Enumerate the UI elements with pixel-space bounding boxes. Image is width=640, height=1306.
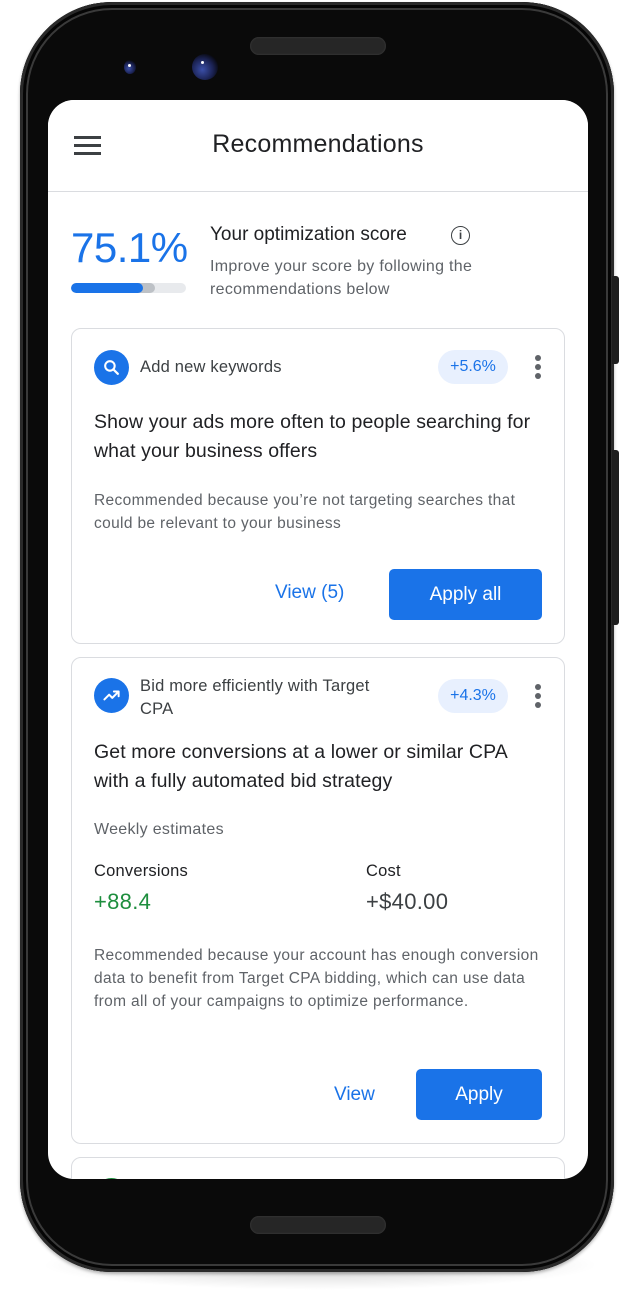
score-uplift-badge: +4.3% [438,679,508,713]
conversions-value: +88.4 [94,889,152,914]
page-title: Recommendations [212,130,424,158]
search-icon [94,350,129,385]
volume-button [612,450,619,625]
recommendation-reason: Recommended because you’re not targeting… [94,492,516,532]
info-icon[interactable]: i [451,226,470,245]
optimization-score-label: Your optimization score [210,224,407,245]
view-button[interactable]: View (5) [275,582,344,604]
earpiece-speaker [250,37,386,55]
optimization-score-value: 75.1% [71,224,188,271]
recommendation-card: Add new keywords +5.6% Show your ads mor… [71,328,565,644]
optimization-score-bar [71,283,186,293]
apply-button[interactable]: Apply [416,1069,542,1120]
recommendation-headline: Get more conversions at a lower or simil… [94,741,507,792]
optimization-score-description: Improve your score by following the reco… [210,258,473,298]
recommendation-reason: Recommended because your account has eno… [94,947,539,1010]
front-sensor [124,60,136,74]
score-uplift-badge: +5.6% [438,350,508,384]
recommendation-category: Bid more efficiently with Target CPA [140,677,370,718]
bottom-speaker [250,1216,386,1234]
conversions-label: Conversions [94,862,188,880]
score-bar-fill [71,283,143,293]
recommendation-card: Bid more efficiently with Target CPA +4.… [71,657,565,1144]
power-button [612,276,619,364]
more-options-icon[interactable] [526,681,550,711]
recommendation-headline: Show your ads more often to people searc… [94,411,531,462]
screen: Recommendations 75.1% Your optimization … [48,100,588,1179]
category-icon [94,1178,129,1179]
apply-all-button[interactable]: Apply all [389,569,542,620]
view-button[interactable]: View [334,1084,375,1106]
front-camera [192,54,218,80]
app-bar: Recommendations [48,100,588,192]
trending-up-icon [94,678,129,713]
weekly-estimates-title: Weekly estimates [94,821,224,838]
recommendation-category: Add new keywords [140,358,282,376]
more-options-icon[interactable] [526,352,550,382]
cost-label: Cost [366,862,401,880]
cost-value: +$40.00 [366,889,449,914]
recommendation-card [71,1157,565,1179]
